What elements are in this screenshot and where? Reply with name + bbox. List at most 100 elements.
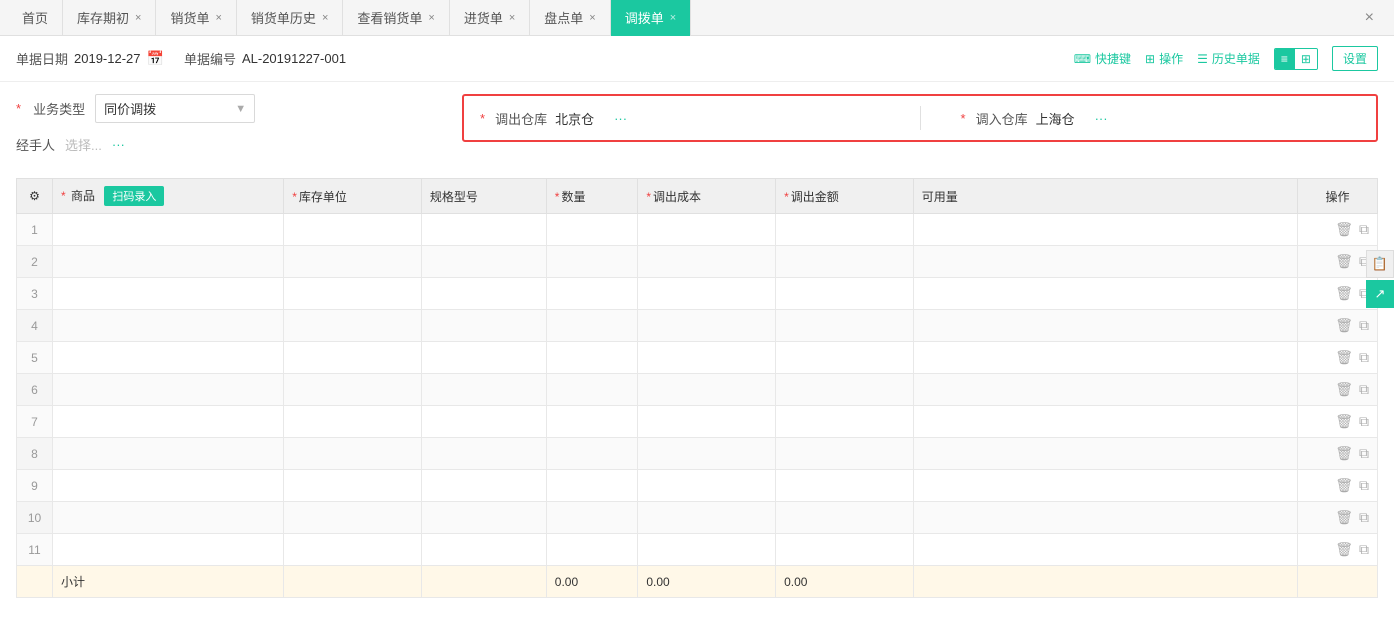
tab-inventory-init[interactable]: 库存期初 × (63, 0, 156, 36)
row-spec-1[interactable] (421, 214, 546, 246)
tab-home[interactable]: 首页 (8, 0, 63, 36)
row-cost-9[interactable] (638, 470, 776, 502)
delete-icon-9[interactable]: 🗑 (1335, 477, 1353, 494)
row-amount-10[interactable] (776, 502, 914, 534)
row-available-9[interactable] (913, 470, 1297, 502)
delete-icon-6[interactable]: 🗑 (1335, 381, 1353, 398)
row-unit-5[interactable] (284, 342, 422, 374)
scan-button[interactable]: 扫码录入 (104, 186, 164, 206)
warehouse-in-value[interactable]: 上海仓 (1036, 109, 1075, 128)
row-spec-10[interactable] (421, 502, 546, 534)
row-quantity-2[interactable] (546, 246, 638, 278)
row-quantity-8[interactable] (546, 438, 638, 470)
date-value[interactable]: 2019-12-27 (74, 51, 141, 66)
row-cost-11[interactable] (638, 534, 776, 566)
row-amount-8[interactable] (776, 438, 914, 470)
tab-stocktake[interactable]: 盘点单 × (530, 0, 610, 36)
row-spec-2[interactable] (421, 246, 546, 278)
row-unit-2[interactable] (284, 246, 422, 278)
tab-sales-history[interactable]: 销货单历史 × (237, 0, 343, 36)
copy-icon-4[interactable]: ⧉ (1359, 317, 1369, 334)
tab-close-sales-order[interactable]: × (215, 12, 221, 24)
handler-more-btn[interactable]: ··· (112, 137, 125, 152)
tab-transfer[interactable]: 调拨单 × (611, 0, 691, 36)
row-available-4[interactable] (913, 310, 1297, 342)
tab-close-purchase[interactable]: × (509, 12, 515, 24)
row-quantity-4[interactable] (546, 310, 638, 342)
copy-icon-7[interactable]: ⧉ (1359, 413, 1369, 430)
row-available-1[interactable] (913, 214, 1297, 246)
row-cost-5[interactable] (638, 342, 776, 374)
row-cost-2[interactable] (638, 246, 776, 278)
handler-placeholder[interactable]: 选择... (65, 135, 102, 154)
shortcuts-btn[interactable]: ⌨ 快捷键 (1074, 50, 1131, 67)
history-btn[interactable]: ☰ 历史单据 (1197, 50, 1260, 67)
copy-icon-10[interactable]: ⧉ (1359, 509, 1369, 526)
tab-close-sales-history[interactable]: × (322, 12, 328, 24)
window-close-button[interactable]: × (1353, 9, 1386, 27)
row-quantity-10[interactable] (546, 502, 638, 534)
row-product-6[interactable] (53, 374, 284, 406)
copy-icon-6[interactable]: ⧉ (1359, 381, 1369, 398)
settings-button[interactable]: 设置 (1332, 46, 1378, 71)
copy-icon-5[interactable]: ⧉ (1359, 349, 1369, 366)
row-spec-8[interactable] (421, 438, 546, 470)
delete-icon-7[interactable]: 🗑 (1335, 413, 1353, 430)
row-product-9[interactable] (53, 470, 284, 502)
row-cost-1[interactable] (638, 214, 776, 246)
warehouse-in-more-btn[interactable]: ··· (1095, 111, 1108, 126)
row-cost-3[interactable] (638, 278, 776, 310)
row-product-7[interactable] (53, 406, 284, 438)
row-product-1[interactable] (53, 214, 284, 246)
row-unit-8[interactable] (284, 438, 422, 470)
delete-icon-10[interactable]: 🗑 (1335, 509, 1353, 526)
row-amount-9[interactable] (776, 470, 914, 502)
row-product-4[interactable] (53, 310, 284, 342)
delete-icon-11[interactable]: 🗑 (1335, 541, 1353, 558)
row-spec-4[interactable] (421, 310, 546, 342)
row-quantity-1[interactable] (546, 214, 638, 246)
row-product-11[interactable] (53, 534, 284, 566)
row-spec-6[interactable] (421, 374, 546, 406)
delete-icon-4[interactable]: 🗑 (1335, 317, 1353, 334)
row-product-5[interactable] (53, 342, 284, 374)
row-unit-7[interactable] (284, 406, 422, 438)
row-cost-8[interactable] (638, 438, 776, 470)
row-unit-6[interactable] (284, 374, 422, 406)
row-amount-7[interactable] (776, 406, 914, 438)
tab-close-transfer[interactable]: × (670, 12, 676, 24)
row-amount-2[interactable] (776, 246, 914, 278)
delete-icon-8[interactable]: 🗑 (1335, 445, 1353, 462)
row-amount-11[interactable] (776, 534, 914, 566)
row-available-2[interactable] (913, 246, 1297, 278)
row-cost-6[interactable] (638, 374, 776, 406)
row-unit-3[interactable] (284, 278, 422, 310)
row-amount-5[interactable] (776, 342, 914, 374)
row-cost-10[interactable] (638, 502, 776, 534)
row-quantity-5[interactable] (546, 342, 638, 374)
row-available-6[interactable] (913, 374, 1297, 406)
calendar-icon[interactable]: 📅 (147, 50, 164, 67)
row-available-8[interactable] (913, 438, 1297, 470)
tab-purchase[interactable]: 进货单 × (450, 0, 530, 36)
note-float-btn[interactable]: 📋 (1366, 250, 1394, 278)
row-spec-3[interactable] (421, 278, 546, 310)
biz-type-select[interactable]: 同价调拨 ▼ (95, 94, 255, 123)
row-available-10[interactable] (913, 502, 1297, 534)
copy-icon-9[interactable]: ⧉ (1359, 477, 1369, 494)
warehouse-out-value[interactable]: 北京仓 (555, 109, 594, 128)
delete-icon-5[interactable]: 🗑 (1335, 349, 1353, 366)
th-gear[interactable]: ⚙ (17, 179, 53, 214)
expand-float-btn[interactable]: ↗ (1366, 280, 1394, 308)
row-product-8[interactable] (53, 438, 284, 470)
grid-view-button[interactable]: ⊞ (1295, 49, 1317, 69)
row-unit-9[interactable] (284, 470, 422, 502)
delete-icon-2[interactable]: 🗑 (1335, 253, 1353, 270)
row-quantity-3[interactable] (546, 278, 638, 310)
row-spec-9[interactable] (421, 470, 546, 502)
copy-icon-8[interactable]: ⧉ (1359, 445, 1369, 462)
copy-icon-1[interactable]: ⧉ (1359, 221, 1369, 238)
row-cost-7[interactable] (638, 406, 776, 438)
warehouse-out-more-btn[interactable]: ··· (614, 111, 627, 126)
row-spec-7[interactable] (421, 406, 546, 438)
